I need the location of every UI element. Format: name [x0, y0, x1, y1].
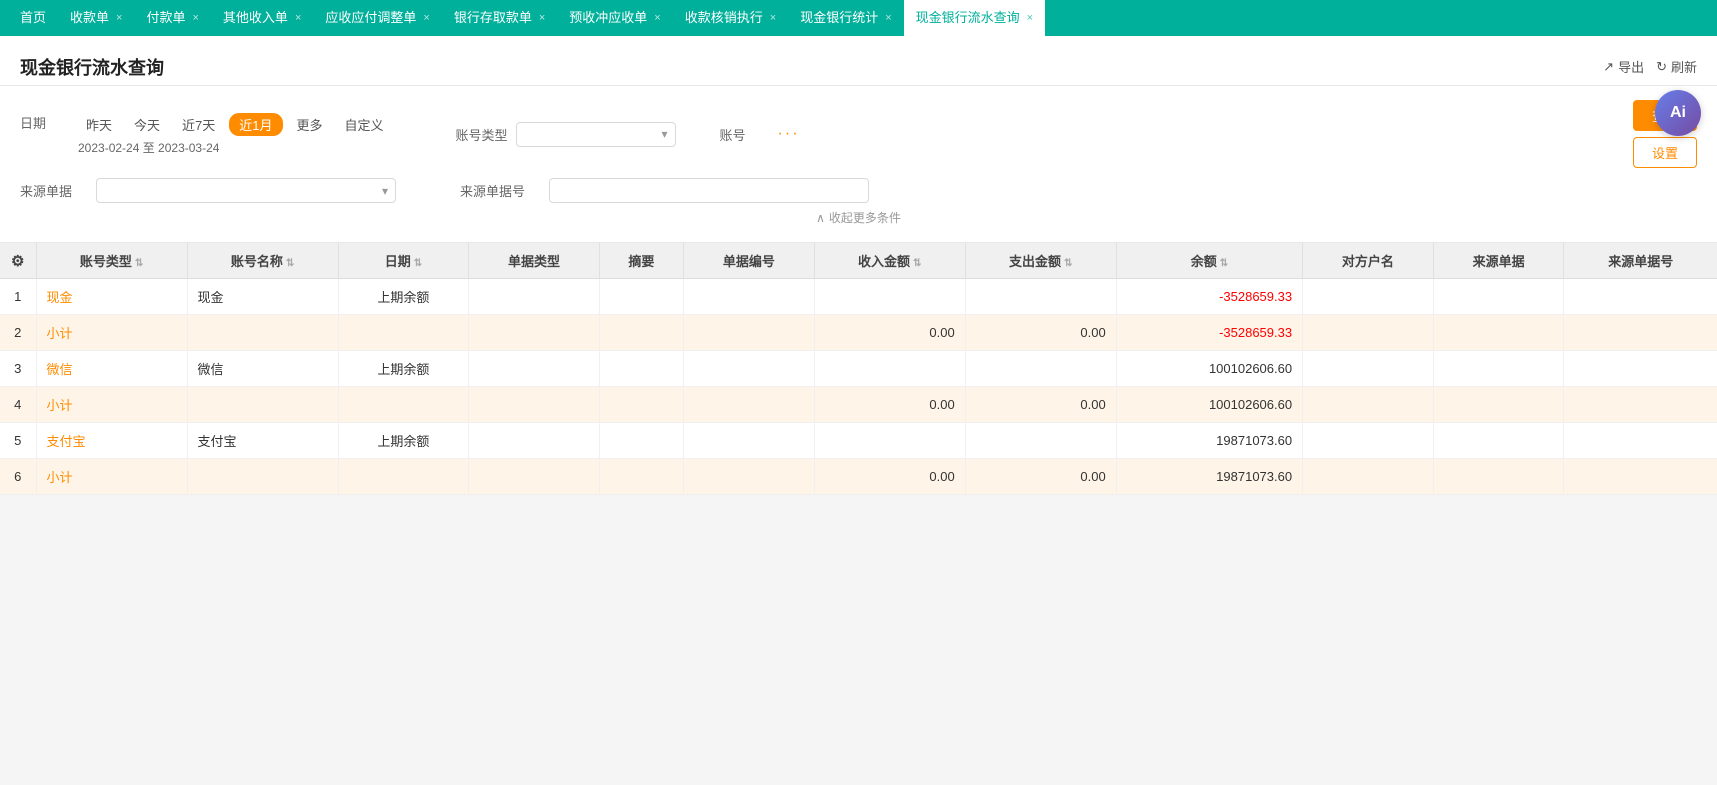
sort-income-icon: ⇅ — [913, 258, 921, 269]
date-btn-yesterday[interactable]: 昨天 — [78, 113, 120, 136]
date-btn-today[interactable]: 今天 — [126, 113, 168, 136]
date-btn-more[interactable]: 更多 — [289, 113, 331, 136]
source-doc-select[interactable] — [96, 178, 396, 203]
account-type-select-wrapper: 现金 微信 支付宝 — [516, 122, 676, 147]
th-doc-no: 单据编号 — [684, 243, 815, 279]
table-body: 1现金现金上期余额-3528659.332小计0.000.00-3528659.… — [0, 279, 1717, 495]
close-bank-deposit-icon[interactable]: × — [539, 0, 545, 36]
table-row[interactable]: 6小计0.000.0019871073.60 — [0, 459, 1717, 495]
export-icon: ↗ — [1603, 59, 1614, 75]
page-title: 现金银行流水查询 — [20, 54, 164, 80]
close-prepay-icon[interactable]: × — [654, 0, 660, 36]
sort-account-type-icon: ⇅ — [135, 258, 143, 269]
nav-item-writeoff[interactable]: 收款核销执行 × — [673, 0, 788, 36]
source-doc-label: 来源单据 — [20, 181, 72, 200]
filter-area: 日期 昨天 今天 近7天 近1月 更多 自定义 2023-02-24 至 202… — [0, 86, 1717, 243]
th-doc-type[interactable]: 单据类型 — [469, 243, 600, 279]
data-table: ⚙ 账号类型⇅ 账号名称⇅ 日期⇅ 单据类型 摘要 单据编号 — [0, 243, 1717, 495]
date-range-display: 2023-02-24 至 2023-03-24 — [78, 139, 392, 156]
th-counterpart: 对方户名 — [1303, 243, 1434, 279]
th-source-doc-no: 来源单据号 — [1564, 243, 1717, 279]
top-navigation: 首页 收款单 × 付款单 × 其他收入单 × 应收应付调整单 × 银行存取款单 … — [0, 0, 1717, 36]
source-doc-no-label: 来源单据号 — [460, 181, 525, 200]
table-row[interactable]: 3微信微信上期余额100102606.60 — [0, 351, 1717, 387]
table-header-row: ⚙ 账号类型⇅ 账号名称⇅ 日期⇅ 单据类型 摘要 单据编号 — [0, 243, 1717, 279]
th-summary: 摘要 — [599, 243, 683, 279]
settings-button[interactable]: 设置 — [1633, 137, 1697, 168]
refresh-icon: ↻ — [1656, 59, 1667, 75]
th-expense[interactable]: 支出金额⇅ — [965, 243, 1116, 279]
ai-assistant-button[interactable]: Ai — [1655, 90, 1701, 136]
date-filter-label: 日期 — [20, 113, 70, 132]
account-type-select[interactable]: 现金 微信 支付宝 — [516, 122, 676, 147]
export-button[interactable]: ↗ 导出 — [1603, 57, 1644, 76]
close-writeoff-icon[interactable]: × — [770, 0, 776, 36]
nav-item-receipt[interactable]: 收款单 × — [58, 0, 134, 36]
refresh-button[interactable]: ↻ 刷新 — [1656, 57, 1697, 76]
th-source-doc: 来源单据 — [1433, 243, 1564, 279]
close-adjustment-icon[interactable]: × — [423, 0, 429, 36]
table-row[interactable]: 2小计0.000.00-3528659.33 — [0, 315, 1717, 351]
nav-item-bank-flow[interactable]: 现金银行流水查询 × — [904, 0, 1045, 36]
nav-item-adjustment[interactable]: 应收应付调整单 × — [313, 0, 441, 36]
sort-balance-icon: ⇅ — [1220, 258, 1228, 269]
date-btn-custom[interactable]: 自定义 — [337, 113, 392, 136]
nav-item-bank-stats[interactable]: 现金银行统计 × — [788, 0, 903, 36]
th-account-name[interactable]: 账号名称⇅ — [187, 243, 338, 279]
th-balance[interactable]: 余额⇅ — [1116, 243, 1302, 279]
th-date[interactable]: 日期⇅ — [338, 243, 469, 279]
sort-date-icon: ⇅ — [414, 258, 422, 269]
source-doc-select-wrapper — [96, 178, 396, 203]
close-receipt-icon[interactable]: × — [116, 0, 122, 36]
table-container: ⚙ 账号类型⇅ 账号名称⇅ 日期⇅ 单据类型 摘要 单据编号 — [0, 243, 1717, 495]
nav-item-home[interactable]: 首页 — [8, 0, 58, 36]
nav-item-other-income[interactable]: 其他收入单 × — [211, 0, 313, 36]
nav-item-bank-deposit[interactable]: 银行存取款单 × — [442, 0, 557, 36]
nav-item-prepay[interactable]: 预收冲应收单 × — [557, 0, 672, 36]
collapse-button[interactable]: ∧ 收起更多条件 — [816, 209, 901, 226]
nav-item-payment[interactable]: 付款单 × — [134, 0, 210, 36]
close-payment-icon[interactable]: × — [192, 0, 198, 36]
date-options: 昨天 今天 近7天 近1月 更多 自定义 — [78, 113, 392, 136]
chevron-up-icon: ∧ — [816, 211, 825, 225]
sort-expense-icon: ⇅ — [1064, 258, 1072, 269]
close-bank-flow-icon[interactable]: × — [1027, 0, 1033, 36]
header-actions: ↗ 导出 ↻ 刷新 — [1603, 57, 1697, 76]
table-row[interactable]: 1现金现金上期余额-3528659.33 — [0, 279, 1717, 315]
account-dots-button[interactable]: ··· — [778, 125, 800, 143]
th-account-type[interactable]: 账号类型⇅ — [36, 243, 187, 279]
account-type-label: 账号类型 — [456, 125, 508, 144]
table-row[interactable]: 4小计0.000.00100102606.60 — [0, 387, 1717, 423]
date-btn-1month[interactable]: 近1月 — [229, 113, 282, 136]
th-income[interactable]: 收入金额⇅ — [814, 243, 965, 279]
page-header: 现金银行流水查询 ↗ 导出 ↻ 刷新 — [0, 36, 1717, 86]
sort-account-name-icon: ⇅ — [286, 258, 294, 269]
account-label: 账号 — [720, 125, 770, 144]
settings-gear-icon: ⚙ — [11, 253, 24, 270]
th-settings[interactable]: ⚙ — [0, 243, 36, 279]
source-doc-no-input[interactable] — [549, 178, 869, 203]
close-other-income-icon[interactable]: × — [295, 0, 301, 36]
close-bank-stats-icon[interactable]: × — [885, 0, 891, 36]
date-btn-7days[interactable]: 近7天 — [174, 113, 223, 136]
table-row[interactable]: 5支付宝支付宝上期余额19871073.60 — [0, 423, 1717, 459]
collapse-bar: ∧ 收起更多条件 — [20, 203, 1697, 228]
